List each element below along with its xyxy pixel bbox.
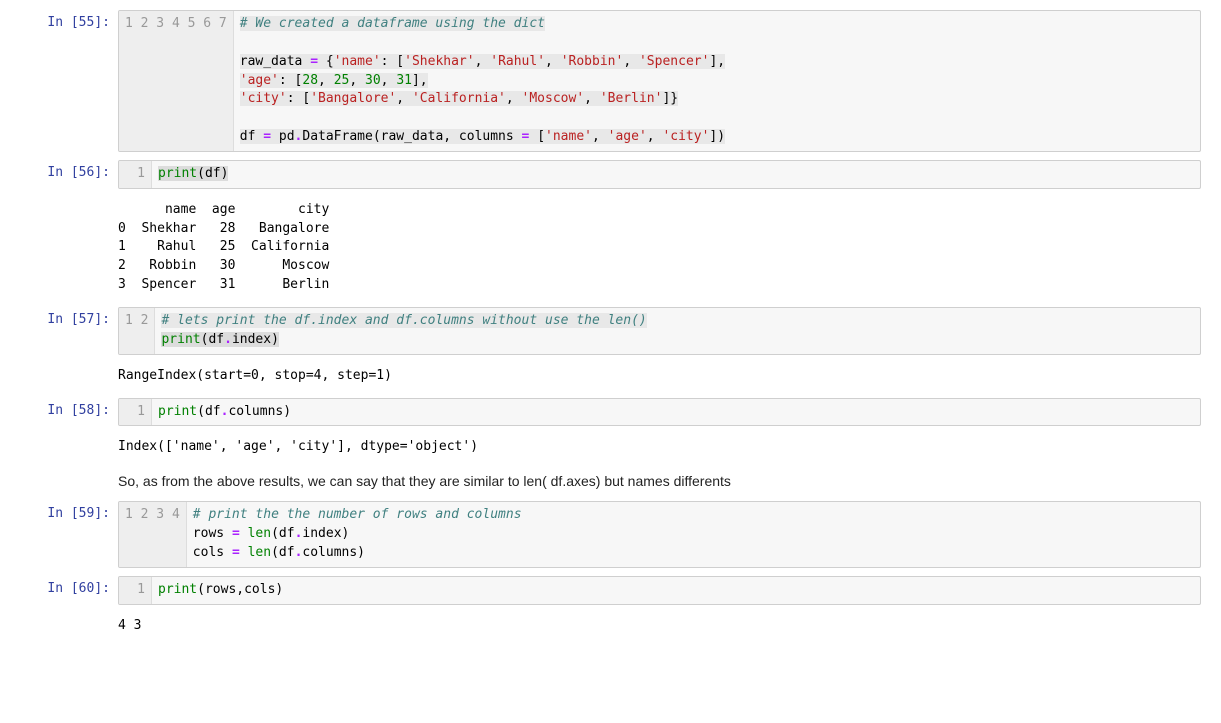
line-gutter: 1 2 3 4 5 6 7 xyxy=(119,11,234,151)
code-cell: In [56]:1print(df) xyxy=(20,160,1201,189)
line-gutter: 1 2 3 4 xyxy=(119,502,187,567)
markdown-text: So, as from the above results, we can sa… xyxy=(118,469,1201,493)
line-gutter: 1 xyxy=(119,399,152,426)
code-input[interactable]: 1 2 3 4# print the the number of rows an… xyxy=(118,501,1201,568)
input-prompt: In [59]: xyxy=(20,501,118,521)
output-cell: RangeIndex(start=0, stop=4, step=1) xyxy=(20,363,1201,390)
line-gutter: 1 2 xyxy=(119,308,155,354)
input-prompt: In [55]: xyxy=(20,10,118,30)
code-content[interactable]: # print the the number of rows and colum… xyxy=(187,502,1200,567)
code-input[interactable]: 1print(rows,cols) xyxy=(118,576,1201,605)
code-content[interactable]: print(df.columns) xyxy=(152,399,1200,426)
output-text: 4 3 xyxy=(118,613,1201,640)
code-content[interactable]: print(df) xyxy=(152,161,1200,188)
output-cell: 4 3 xyxy=(20,613,1201,640)
code-content[interactable]: # lets print the df.index and df.columns… xyxy=(155,308,1200,354)
code-cell: In [58]:1print(df.columns) xyxy=(20,398,1201,427)
input-prompt: In [58]: xyxy=(20,398,118,418)
code-cell: In [59]:1 2 3 4# print the the number of… xyxy=(20,501,1201,568)
output-cell: name age city 0 Shekhar 28 Bangalore 1 R… xyxy=(20,197,1201,299)
prompt-empty xyxy=(20,434,118,452)
code-content[interactable]: print(rows,cols) xyxy=(152,577,1200,604)
notebook: In [55]:1 2 3 4 5 6 7# We created a data… xyxy=(20,10,1201,639)
output-text: name age city 0 Shekhar 28 Bangalore 1 R… xyxy=(118,197,1201,299)
prompt-empty xyxy=(20,469,118,487)
code-cell: In [57]:1 2# lets print the df.index and… xyxy=(20,307,1201,355)
code-cell: In [60]:1print(rows,cols) xyxy=(20,576,1201,605)
output-cell: Index(['name', 'age', 'city'], dtype='ob… xyxy=(20,434,1201,461)
code-input[interactable]: 1 2# lets print the df.index and df.colu… xyxy=(118,307,1201,355)
output-text: RangeIndex(start=0, stop=4, step=1) xyxy=(118,363,1201,390)
output-text: Index(['name', 'age', 'city'], dtype='ob… xyxy=(118,434,1201,461)
line-gutter: 1 xyxy=(119,577,152,604)
prompt-empty xyxy=(20,613,118,631)
line-gutter: 1 xyxy=(119,161,152,188)
input-prompt: In [60]: xyxy=(20,576,118,596)
code-input[interactable]: 1print(df.columns) xyxy=(118,398,1201,427)
code-input[interactable]: 1print(df) xyxy=(118,160,1201,189)
code-cell: In [55]:1 2 3 4 5 6 7# We created a data… xyxy=(20,10,1201,152)
input-prompt: In [57]: xyxy=(20,307,118,327)
prompt-empty xyxy=(20,363,118,381)
prompt-empty xyxy=(20,197,118,215)
code-content[interactable]: # We created a dataframe using the dict … xyxy=(234,11,1200,151)
markdown-cell: So, as from the above results, we can sa… xyxy=(20,469,1201,493)
input-prompt: In [56]: xyxy=(20,160,118,180)
code-input[interactable]: 1 2 3 4 5 6 7# We created a dataframe us… xyxy=(118,10,1201,152)
